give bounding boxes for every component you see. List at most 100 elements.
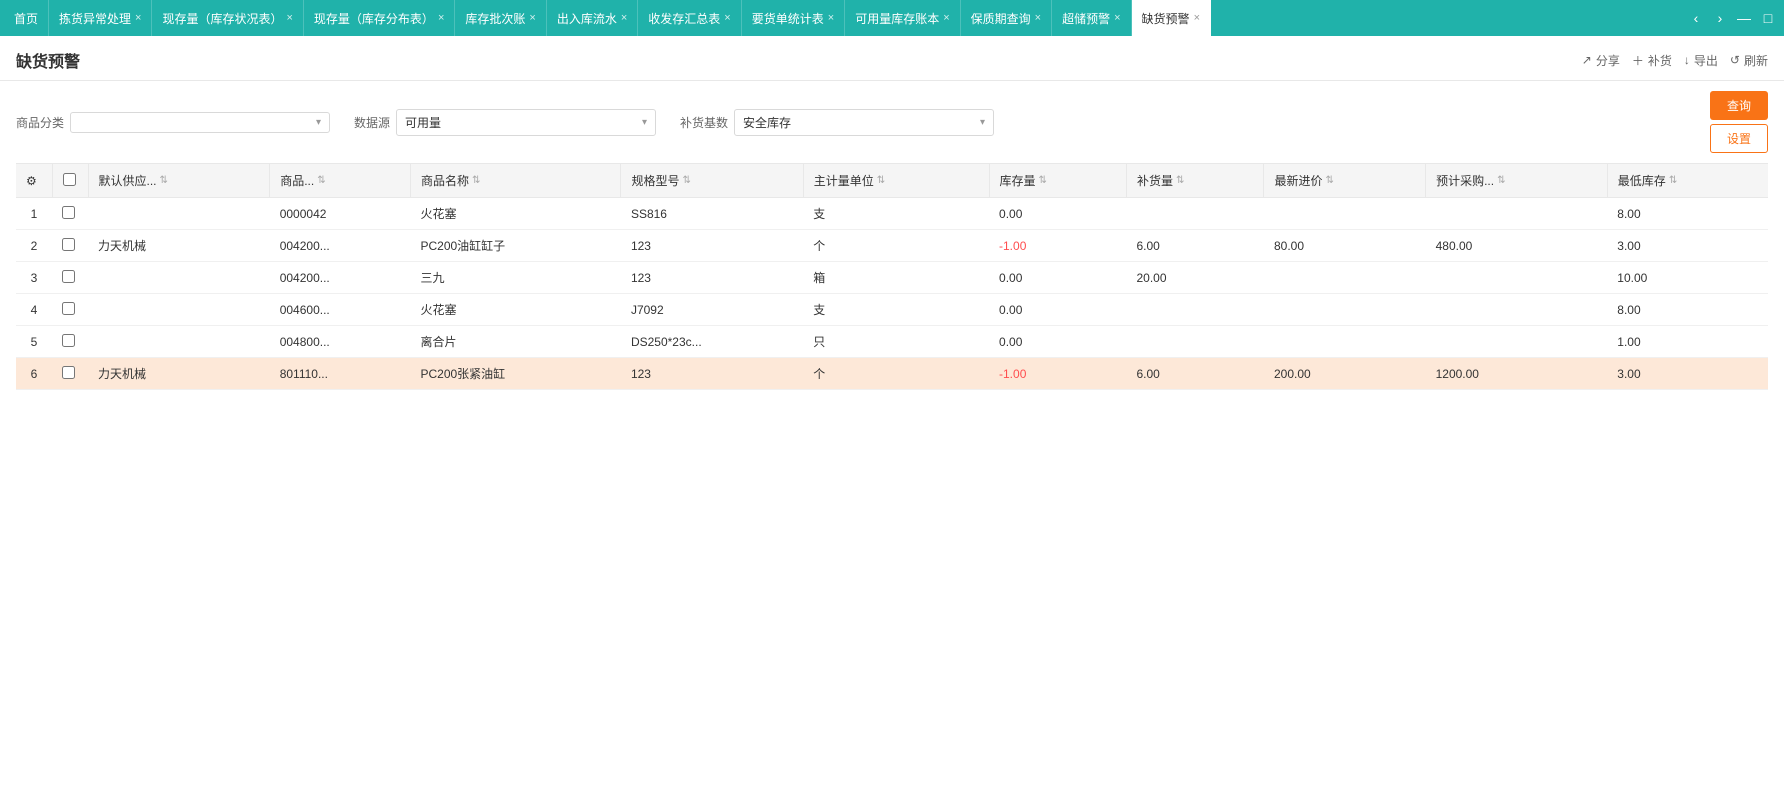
share-button[interactable]: ↗ 分享	[1582, 52, 1620, 69]
column-settings[interactable]: ⚙	[16, 164, 52, 198]
row-supplier-4	[88, 294, 270, 326]
column-unit[interactable]: 主计量单位 ⇅	[803, 164, 989, 198]
row-spec-3: 123	[621, 262, 803, 294]
main-table: ⚙ 默认供应... ⇅ 商品... ⇅	[16, 163, 1768, 390]
row-price-2: 80.00	[1264, 230, 1426, 262]
query-button[interactable]: 查询	[1710, 91, 1768, 120]
row-checkbox-2	[52, 230, 88, 262]
sort-icon-price: ⇅	[1326, 175, 1334, 186]
column-replenish-qty[interactable]: 补货量 ⇅	[1127, 164, 1264, 198]
sort-icon-unit: ⇅	[877, 175, 885, 186]
tab-maximize[interactable]: □	[1756, 6, 1780, 30]
table-row: 3 004200... 三九 123 箱 0.00 20.00 10.00	[16, 262, 1768, 294]
row-code-4: 004600...	[270, 294, 411, 326]
tab-close-expiry-query[interactable]: ×	[1035, 12, 1041, 24]
row-min-stock-2: 3.00	[1607, 230, 1768, 262]
tab-close-inventory-dist[interactable]: ×	[438, 12, 444, 24]
tab-scroll-right[interactable]: ›	[1708, 6, 1732, 30]
row-min-stock-4: 8.00	[1607, 294, 1768, 326]
row-stock-5: 0.00	[989, 326, 1126, 358]
tab-overstock[interactable]: 超储预警 ×	[1052, 0, 1131, 36]
column-min-stock[interactable]: 最低库存 ⇅	[1607, 164, 1768, 198]
row-price-4	[1264, 294, 1426, 326]
tab-available-ledger[interactable]: 可用量库存账本 ×	[845, 0, 960, 36]
tab-close-inout-flow[interactable]: ×	[621, 12, 627, 24]
row-unit-5: 只	[803, 326, 989, 358]
column-estimated-purchase[interactable]: 预计采购... ⇅	[1426, 164, 1608, 198]
row-price-5	[1264, 326, 1426, 358]
row-unit-4: 支	[803, 294, 989, 326]
tab-close-available-ledger[interactable]: ×	[943, 12, 949, 24]
tab-close-order-stat[interactable]: ×	[828, 12, 834, 24]
tab-expiry-query[interactable]: 保质期查询 ×	[961, 0, 1052, 36]
row-select-3[interactable]	[62, 270, 75, 283]
tab-inventory-dist[interactable]: 现存量（库存分布表） ×	[304, 0, 455, 36]
sort-icon-code: ⇅	[317, 175, 325, 186]
row-select-2[interactable]	[62, 238, 75, 251]
row-name-4: 火花塞	[410, 294, 620, 326]
row-number-6: 6	[16, 358, 52, 390]
column-product-name[interactable]: 商品名称 ⇅	[410, 164, 620, 198]
row-select-1[interactable]	[62, 206, 75, 219]
page-header: 缺货预警 ↗ 分享 ＋ 补货 ↓ 导出 ↺ 刷新	[0, 36, 1784, 81]
row-price-1	[1264, 198, 1426, 230]
row-min-stock-1: 8.00	[1607, 198, 1768, 230]
tab-abnormal[interactable]: 拣货异常处理 ×	[49, 0, 152, 36]
row-spec-6: 123	[621, 358, 803, 390]
table-row: 5 004800... 离合片 DS250*23c... 只 0.00 1.00	[16, 326, 1768, 358]
replenish-button[interactable]: ＋ 补货	[1632, 52, 1672, 69]
row-unit-6: 个	[803, 358, 989, 390]
tab-shortage[interactable]: 缺货预警 ×	[1132, 0, 1211, 36]
column-product-code[interactable]: 商品... ⇅	[270, 164, 411, 198]
tab-receive-summary[interactable]: 收发存汇总表 ×	[638, 0, 741, 36]
tab-close-batch-account[interactable]: ×	[529, 12, 535, 24]
tab-close-shortage[interactable]: ×	[1194, 12, 1200, 24]
row-number-1: 1	[16, 198, 52, 230]
data-source-select[interactable]: 可用量 ▾	[396, 109, 656, 136]
tab-close-inventory-status[interactable]: ×	[286, 12, 292, 24]
row-spec-4: J7092	[621, 294, 803, 326]
tab-inventory-status[interactable]: 现存量（库存状况表） ×	[152, 0, 303, 36]
row-select-6[interactable]	[62, 366, 75, 379]
gear-icon: ⚙	[26, 174, 37, 188]
tab-batch-account[interactable]: 库存批次账 ×	[455, 0, 546, 36]
tab-close-overstock[interactable]: ×	[1114, 12, 1120, 24]
row-replenish-2: 6.00	[1127, 230, 1264, 262]
table-container: ⚙ 默认供应... ⇅ 商品... ⇅	[0, 163, 1784, 390]
column-stock-qty[interactable]: 库存量 ⇅	[989, 164, 1126, 198]
row-estimated-6: 1200.00	[1426, 358, 1608, 390]
column-default-supplier[interactable]: 默认供应... ⇅	[88, 164, 270, 198]
product-category-select[interactable]: ▾	[70, 112, 330, 133]
settings-button[interactable]: 设置	[1710, 124, 1768, 153]
tab-minimize[interactable]: —	[1732, 6, 1756, 30]
export-button[interactable]: ↓ 导出	[1684, 52, 1718, 69]
tab-home[interactable]: 首页	[4, 0, 49, 36]
row-select-5[interactable]	[62, 334, 75, 347]
row-spec-5: DS250*23c...	[621, 326, 803, 358]
table-row: 6 力天机械 801110... PC200张紧油缸 123 个 -1.00 6…	[16, 358, 1768, 390]
select-all-checkbox[interactable]	[63, 173, 76, 186]
row-replenish-3: 20.00	[1127, 262, 1264, 294]
row-select-4[interactable]	[62, 302, 75, 315]
row-unit-3: 箱	[803, 262, 989, 294]
replenish-base-value: 安全库存	[743, 114, 791, 131]
tab-inout-flow[interactable]: 出入库流水 ×	[547, 0, 638, 36]
data-source-label: 数据源	[354, 114, 390, 131]
tab-close-abnormal[interactable]: ×	[135, 12, 141, 24]
row-estimated-1	[1426, 198, 1608, 230]
row-stock-2: -1.00	[989, 230, 1126, 262]
tab-order-stat[interactable]: 要货单统计表 ×	[742, 0, 845, 36]
row-estimated-3	[1426, 262, 1608, 294]
row-unit-1: 支	[803, 198, 989, 230]
sort-icon-stock: ⇅	[1039, 175, 1047, 186]
row-stock-4: 0.00	[989, 294, 1126, 326]
filter-section: 商品分类 ▾ 数据源 可用量 ▾ 补货基数 安全库存 ▾ 查询 设置	[0, 81, 1784, 163]
column-latest-price[interactable]: 最新进价 ⇅	[1264, 164, 1426, 198]
column-spec[interactable]: 规格型号 ⇅	[621, 164, 803, 198]
replenish-icon: ＋	[1632, 52, 1644, 69]
tab-close-receive-summary[interactable]: ×	[724, 12, 730, 24]
replenish-base-select[interactable]: 安全库存 ▾	[734, 109, 994, 136]
refresh-button[interactable]: ↺ 刷新	[1730, 52, 1768, 69]
row-code-3: 004200...	[270, 262, 411, 294]
tab-scroll-left[interactable]: ‹	[1684, 6, 1708, 30]
